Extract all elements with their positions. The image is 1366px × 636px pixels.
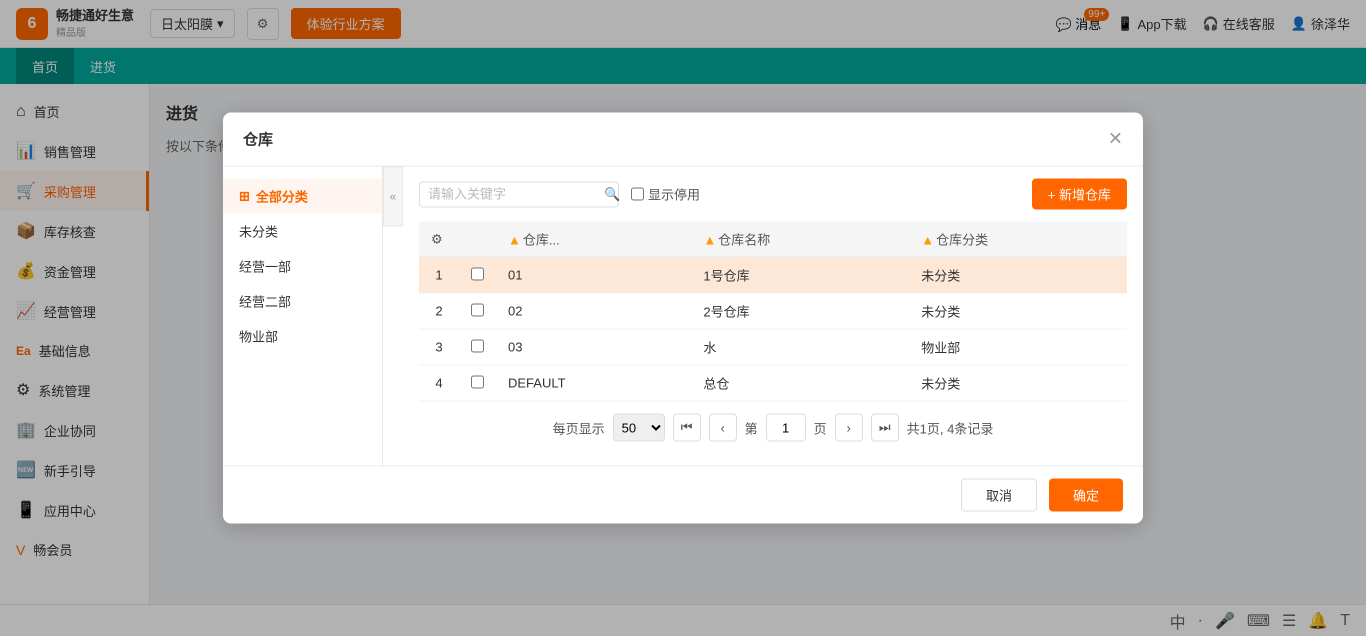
modal-sidebar-label-all: 全部分类	[256, 187, 308, 206]
warehouse-modal: 仓库 ✕ ⊞ 全部分类 未分类 经营一部 经营二部 物业部 «	[223, 113, 1143, 524]
search-box[interactable]: 🔍	[419, 181, 619, 207]
pagination: 每页显示 50 20 100 ⏮ ‹ 第 页 › ⏭ 共1页, 4条记录	[419, 402, 1127, 454]
show-disabled-checkbox-label[interactable]: 显示停用	[631, 185, 700, 204]
modal-sidebar-item-uncat[interactable]: 未分类	[223, 214, 382, 249]
per-page-label: 每页显示	[553, 418, 605, 437]
last-page-button[interactable]: ⏭	[871, 414, 899, 442]
row-checkbox-cell[interactable]	[459, 293, 496, 329]
row-checkbox[interactable]	[471, 375, 484, 388]
add-warehouse-button[interactable]: + 新增仓库	[1032, 179, 1127, 210]
row-name: 水	[691, 329, 909, 365]
modal-sidebar-item-property[interactable]: 物业部	[223, 319, 382, 354]
page-number-input[interactable]	[766, 414, 806, 442]
row-checkbox-cell[interactable]	[459, 257, 496, 293]
search-input[interactable]	[428, 187, 604, 202]
table-row[interactable]: 1 01 1号仓库 未分类	[419, 257, 1127, 293]
col-header-gear[interactable]: ⚙	[419, 222, 459, 258]
modal-sidebar: ⊞ 全部分类 未分类 经营一部 经营二部 物业部	[223, 167, 383, 466]
row-checkbox[interactable]	[471, 303, 484, 316]
row-actions[interactable]: 4	[419, 365, 459, 401]
modal-close-button[interactable]: ✕	[1108, 129, 1123, 150]
row-code: 02	[496, 293, 691, 329]
row-checkbox-cell[interactable]	[459, 365, 496, 401]
first-page-button[interactable]: ⏮	[673, 414, 701, 442]
warehouse-table: ⚙ ▲仓库... ▲仓库名称 ▲仓库分类	[419, 222, 1127, 402]
table-row[interactable]: 4 DEFAULT 总仓 未分类	[419, 365, 1127, 401]
per-page-select[interactable]: 50 20 100	[613, 414, 665, 442]
modal-title: 仓库	[243, 129, 273, 150]
modal-sidebar-item-all[interactable]: ⊞ 全部分类	[223, 179, 382, 214]
col-header-code[interactable]: ▲仓库...	[496, 222, 691, 258]
show-disabled-checkbox[interactable]	[631, 188, 644, 201]
grid-icon: ⊞	[239, 188, 250, 204]
modal-content: 🔍 显示停用 + 新增仓库 ⚙ ▲仓库...	[403, 167, 1143, 466]
page-summary: 共1页, 4条记录	[907, 418, 994, 437]
row-index-label: 3	[435, 340, 442, 355]
show-disabled-label-text: 显示停用	[648, 185, 700, 204]
row-code: 03	[496, 329, 691, 365]
table-row[interactable]: 3 03 水 物业部	[419, 329, 1127, 365]
row-category: 未分类	[909, 293, 1127, 329]
row-category: 未分类	[909, 257, 1127, 293]
confirm-button[interactable]: 确定	[1049, 479, 1123, 512]
modal-footer: 取消 确定	[223, 466, 1143, 524]
row-checkbox[interactable]	[471, 267, 484, 280]
row-index-label: 2	[435, 304, 442, 319]
row-actions[interactable]: 2	[419, 293, 459, 329]
row-code: 01	[496, 257, 691, 293]
modal-sidebar-label-property: 物业部	[239, 327, 278, 346]
row-name: 2号仓库	[691, 293, 909, 329]
row-name: 1号仓库	[691, 257, 909, 293]
modal-toolbar: 🔍 显示停用 + 新增仓库	[419, 179, 1127, 210]
row-code: DEFAULT	[496, 365, 691, 401]
search-icon[interactable]: 🔍	[604, 186, 620, 202]
row-index-label: 4	[435, 376, 442, 391]
modal-sidebar-label-dept1: 经营一部	[239, 257, 291, 276]
col-header-check	[459, 222, 496, 258]
modal-sidebar-item-dept1[interactable]: 经营一部	[223, 249, 382, 284]
row-checkbox-cell[interactable]	[459, 329, 496, 365]
row-actions[interactable]: 3	[419, 329, 459, 365]
table-row[interactable]: 2 02 2号仓库 未分类	[419, 293, 1127, 329]
page-label: 第	[745, 418, 758, 437]
page-unit: 页	[814, 418, 827, 437]
modal-body: ⊞ 全部分类 未分类 经营一部 经营二部 物业部 « 🔍	[223, 167, 1143, 466]
modal-sidebar-label-dept2: 经营二部	[239, 292, 291, 311]
row-checkbox[interactable]	[471, 339, 484, 352]
col-header-category[interactable]: ▲仓库分类	[909, 222, 1127, 258]
row-category: 未分类	[909, 365, 1127, 401]
row-actions[interactable]: 1	[419, 257, 459, 293]
col-header-name[interactable]: ▲仓库名称	[691, 222, 909, 258]
cancel-button[interactable]: 取消	[961, 479, 1037, 512]
modal-sidebar-label-uncat: 未分类	[239, 222, 278, 241]
table-wrapper: ⚙ ▲仓库... ▲仓库名称 ▲仓库分类	[419, 222, 1127, 402]
prev-page-button[interactable]: ‹	[709, 414, 737, 442]
row-category: 物业部	[909, 329, 1127, 365]
collapse-sidebar-button[interactable]: «	[383, 167, 403, 227]
next-page-button[interactable]: ›	[835, 414, 863, 442]
row-name: 总仓	[691, 365, 909, 401]
row-index-label: 1	[435, 268, 442, 283]
modal-header: 仓库 ✕	[223, 113, 1143, 167]
modal-sidebar-item-dept2[interactable]: 经营二部	[223, 284, 382, 319]
